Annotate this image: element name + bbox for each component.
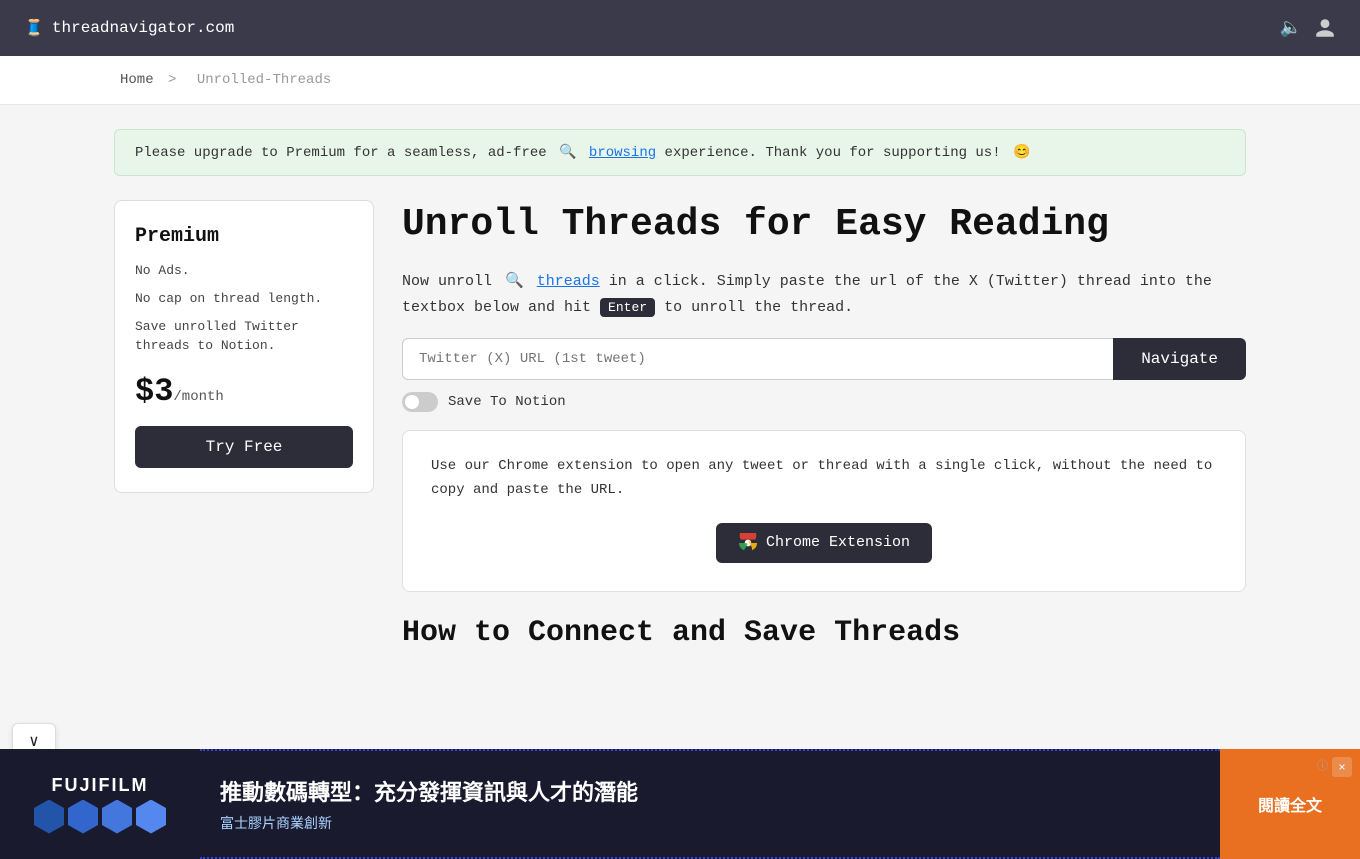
premium-feature-2: No cap on thread length. [135,290,353,308]
url-input[interactable] [402,338,1113,380]
chevron-down-icon: ∨ [29,731,39,751]
price-period: /month [173,389,223,405]
threads-link[interactable]: threads [537,273,600,290]
ad-inner: FUJIFILM 推動數碼轉型：充分發揮資訊與人才的潛能 富士膠片商業創新 閱讀… [0,749,1360,859]
enter-key-badge: Enter [600,298,655,317]
ad-sub-text: 富士膠片商業創新 [220,813,1200,833]
save-notion-label: Save To Notion [448,394,566,410]
header-right: 🔈 [1280,17,1336,39]
banner-emoji: 😊 [1013,145,1030,161]
hex-2 [68,800,98,834]
content-row: Premium No Ads. No cap on thread length.… [114,200,1246,650]
chrome-extension-box: Use our Chrome extension to open any twe… [402,430,1246,592]
breadcrumb-home[interactable]: Home [120,72,154,88]
banner-search-icon: 🔍 [559,145,576,161]
try-free-button[interactable]: Try Free [135,426,353,468]
chrome-extension-button[interactable]: Chrome Extension [716,523,932,563]
ad-banner: FUJIFILM 推動數碼轉型：充分發揮資訊與人才的潛能 富士膠片商業創新 閱讀… [0,749,1360,859]
premium-card: Premium No Ads. No cap on thread length.… [114,200,374,493]
user-icon[interactable] [1314,17,1336,39]
ad-logo-section: FUJIFILM [0,749,200,859]
chrome-ext-description: Use our Chrome extension to open any twe… [431,455,1217,503]
desc-before-link: Now unroll [402,273,492,290]
site-name: threadnavigator.com [52,19,234,37]
main-container: Please upgrade to Premium for a seamless… [90,105,1270,650]
main-content: Unroll Threads for Easy Reading Now unro… [402,200,1246,650]
chrome-icon [738,533,758,553]
logo-emoji: 🧵 [24,18,44,38]
navigate-button[interactable]: Navigate [1113,338,1246,380]
ad-cta-text: 閱讀全文 [1258,792,1322,816]
desc-end: to unroll the thread. [664,299,853,316]
hex-3 [102,800,132,834]
page-title: Unroll Threads for Easy Reading [402,200,1246,249]
ad-info-icon[interactable]: ⓘ [1317,757,1328,773]
how-to-title: How to Connect and Save Threads [402,616,1246,650]
price-value: 3 [154,373,173,410]
ad-brand-name: FUJIFILM [52,775,149,796]
site-header: 🧵 threadnavigator.com 🔈 [0,0,1360,56]
chrome-ext-btn-label: Chrome Extension [766,534,910,551]
save-notion-toggle[interactable] [402,392,438,412]
price-symbol: $ [135,373,154,410]
ad-hex-icons [34,800,166,834]
url-input-row: Navigate [402,338,1246,380]
save-notion-row: Save To Notion [402,392,1246,412]
breadcrumb-current: Unrolled-Threads [197,72,331,88]
hex-4 [136,800,166,834]
premium-banner: Please upgrade to Premium for a seamless… [114,129,1246,176]
volume-icon[interactable]: 🔈 [1280,17,1302,39]
search-icon-inline: 🔍 [505,273,524,290]
ad-content-section: 推動數碼轉型：充分發揮資訊與人才的潛能 富士膠片商業創新 [200,749,1220,859]
premium-feature-3: Save unrolled Twitter threads to Notion. [135,318,353,354]
premium-feature-1: No Ads. [135,262,353,280]
site-logo[interactable]: 🧵 threadnavigator.com [24,18,234,38]
banner-text-after: experience. Thank you for supporting us! [665,145,1001,161]
ad-main-text: 推動數碼轉型：充分發揮資訊與人才的潛能 [220,775,1200,807]
ad-close-button[interactable]: × [1332,757,1352,777]
premium-title: Premium [135,225,353,248]
premium-price: $3/month [135,373,353,410]
banner-text-before: Please upgrade to Premium for a seamless… [135,145,547,161]
banner-link[interactable]: browsing [589,145,656,161]
hero-description: Now unroll 🔍 threads in a click. Simply … [402,269,1246,320]
hex-1 [34,800,64,834]
breadcrumb-separator: > [168,72,185,88]
breadcrumb: Home > Unrolled-Threads [0,56,1360,105]
